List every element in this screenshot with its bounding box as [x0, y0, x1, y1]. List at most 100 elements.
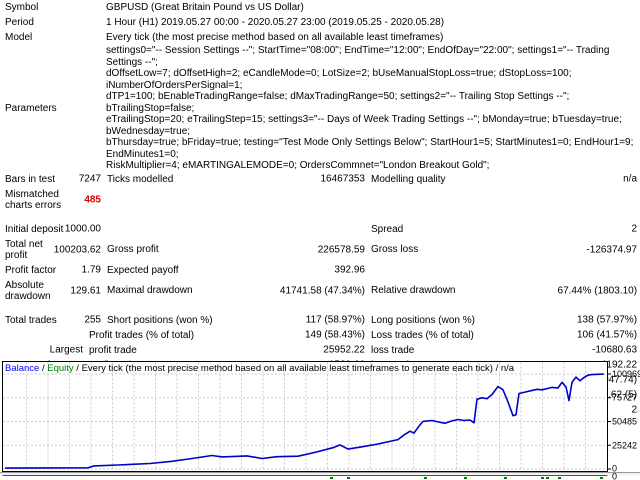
- lot-size-mark: [504, 477, 507, 479]
- info-row: Symbol GBPUSD (Great Britain Pound vs US …: [0, 0, 640, 15]
- stat-value: 7247: [66, 172, 104, 187]
- info-value: GBPUSD (Great Britain Pound vs US Dollar…: [66, 0, 640, 15]
- lot-size-mark: [558, 477, 561, 479]
- stat-value-text: -126374.97: [586, 244, 638, 255]
- stat-label: Spread: [368, 222, 502, 237]
- stat-label-text: Long positions (won %): [371, 314, 475, 326]
- stat-label: loss trade: [368, 343, 502, 358]
- chart-header: Balance / Equity / Every tick (the most …: [5, 363, 515, 374]
- stat-value: 255: [66, 313, 104, 328]
- stat-label-text: Relative drawdown: [371, 285, 456, 296]
- chart-mode-text: Every tick (the most precise method base…: [82, 363, 493, 374]
- stat-value: 226578.59: [240, 237, 368, 263]
- stat-value: [502, 263, 640, 278]
- table-row: Total net profit 100203.62 Gross profit 226…: [0, 237, 640, 263]
- parameters-line: RiskMultiplier=4; eMARTINGALEMODE=0; Ord…: [106, 160, 490, 171]
- stat-label-text: Gross profit: [107, 244, 159, 255]
- stat-value: 129.61: [66, 278, 104, 304]
- parameters-line: dOffsetLow=7; dOffsetHigh=2; eCandleMode…: [106, 68, 572, 91]
- parameters-line: settings0="-- Session Settings --"; Star…: [106, 45, 610, 68]
- lot-size-mark: [424, 477, 427, 479]
- stat-label-text: profit trade: [89, 344, 137, 356]
- stat-label: [104, 222, 240, 237]
- stat-value-text: 226578.59: [317, 244, 365, 255]
- row-label-text: Model: [5, 32, 33, 43]
- row-label: Parameters: [0, 45, 66, 172]
- table-row: Largest profit trade 25952.22 loss trade -10…: [0, 343, 640, 358]
- parameters-line: eTrailingStop=20; eTrailingStep=15; sett…: [106, 114, 622, 137]
- stat-value-text: 485: [84, 194, 101, 205]
- spacer: [0, 213, 640, 222]
- row-label-text: Absolute drawdown: [5, 279, 51, 302]
- stat-label: Maximal drawdown: [104, 278, 240, 304]
- stat-value-text: 1000.00: [64, 223, 101, 235]
- stat-value-text: 16467353: [320, 173, 366, 185]
- stat-label-text: Ticks modelled: [107, 173, 174, 185]
- row-label-text: Parameters: [5, 102, 57, 114]
- stat-value-text: 25952.22: [323, 344, 365, 356]
- stat-value: 138 (57.97%): [502, 313, 640, 328]
- stat-label-text: loss trade: [371, 344, 415, 356]
- row-label: Symbol: [0, 0, 66, 15]
- row-label: Initial deposit: [0, 222, 66, 237]
- stat-label-text: Modelling quality: [371, 173, 446, 185]
- row-label-text: Bars in test: [5, 173, 56, 185]
- lot-size-mark: [600, 477, 603, 479]
- stat-label-text: Short positions (won %): [107, 314, 213, 326]
- stat-value: -10680.63: [502, 343, 640, 358]
- stat-value: 16467353: [240, 172, 368, 187]
- stat-value-text: 255: [84, 314, 101, 326]
- stat-value: 2: [502, 222, 640, 237]
- stat-value: 485: [66, 187, 104, 213]
- row-label-text: Period: [5, 17, 34, 28]
- table-row: Bars in test 7247 Ticks modelled 16467353 Mo…: [0, 172, 640, 187]
- stat-value: n/a: [502, 172, 640, 187]
- stat-value-text: -10680.63: [591, 344, 638, 356]
- stat-label: Ticks modelled: [104, 172, 240, 187]
- lot-size-mark: [464, 477, 467, 479]
- parameters-line: bThursday=true; bFriday=true; testing="T…: [106, 137, 634, 160]
- row-label-text: Profit factor: [5, 264, 57, 276]
- stat-value-text: 138 (57.97%): [576, 314, 638, 326]
- stat-value-text: 392.96: [334, 264, 365, 276]
- stat-label: Relative drawdown: [368, 278, 502, 304]
- stat-value-text: n/a: [623, 173, 638, 185]
- stat-label-text: Loss trades (% of total): [371, 329, 474, 341]
- stat-label: Gross loss: [368, 237, 502, 263]
- y-axis-label: 75727: [612, 393, 637, 403]
- stat-label-text: Gross loss: [371, 244, 419, 255]
- stat-label-text: Spread: [371, 223, 404, 235]
- stat-label: Short positions (won %): [104, 313, 240, 328]
- stat-value-text: 117 (58.97%): [305, 314, 365, 326]
- stat-label-text: Profit trades (% of total): [89, 329, 195, 341]
- stat-value: 117 (58.97%): [240, 313, 368, 328]
- stat-value-text: 2: [631, 223, 638, 235]
- stat-label: [368, 187, 502, 213]
- stat-value-text: 149 (58.43%): [304, 329, 365, 341]
- stat-value: [240, 222, 368, 237]
- info-value-text: 1 Hour (H1) 2019.05.27 00:00 - 2020.05.2…: [106, 17, 445, 28]
- parameters-value: settings0="-- Session Settings --"; Star…: [66, 45, 640, 172]
- stat-value: 41741.58 (47.34%): [240, 278, 368, 304]
- row-label: Profit factor: [0, 263, 66, 278]
- y-axis-label: 50485: [612, 416, 637, 426]
- info-row: Period 1 Hour (H1) 2019.05.27 00:00 - 202…: [0, 15, 640, 30]
- stat-value-text: 100203.62: [53, 244, 101, 255]
- row-label: Mismatched charts errors: [0, 187, 66, 213]
- y-axis-label: 100969: [612, 369, 640, 379]
- balance-legend-label: Balance: [5, 363, 39, 374]
- stat-label: Gross profit: [104, 237, 240, 263]
- info-row: Model Every tick (the most precise method…: [0, 30, 640, 45]
- balance-equity-chart: 0 25242 50485 75727 100969 0 Balance / Equity…: [0, 361, 640, 480]
- row-label-text: Total trades: [5, 314, 57, 326]
- info-value-text: Every tick (the most precise method base…: [106, 32, 444, 43]
- lot-size-mark: [347, 477, 350, 479]
- stat-label: Expected payoff: [104, 263, 240, 278]
- table-row: Initial deposit 1000.00 Spread 2: [0, 222, 640, 237]
- stat-value: 149 (58.43%): [240, 328, 368, 343]
- row-label-text: Mismatched charts errors: [5, 188, 62, 211]
- stat-label: [368, 263, 502, 278]
- table-row: [0, 213, 640, 222]
- table-row: Absolute drawdown 129.61 Maximal drawdown 4…: [0, 278, 640, 304]
- stat-value: 392.96: [240, 263, 368, 278]
